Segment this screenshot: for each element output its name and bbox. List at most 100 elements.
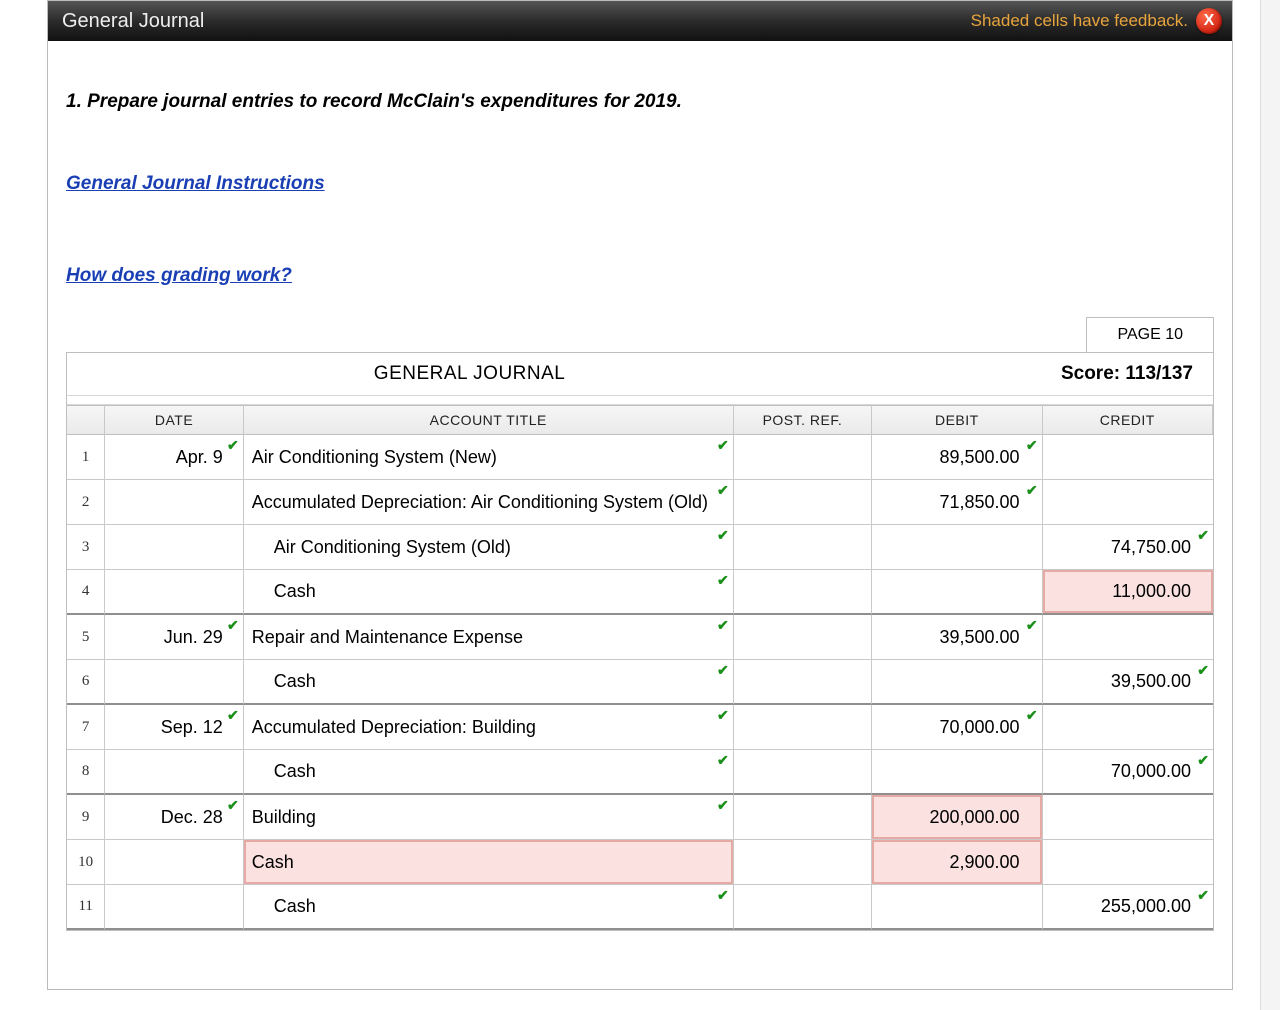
account-cell-input[interactable] [244,795,733,839]
date-cell-input[interactable] [105,480,242,524]
account-cell-input[interactable] [244,885,733,928]
date-cell-input[interactable] [105,525,242,569]
debit-cell[interactable] [872,525,1042,570]
postref-cell-input[interactable] [734,525,871,569]
debit-cell[interactable]: ✔ [872,615,1042,660]
credit-cell[interactable]: ✔ [1043,750,1213,795]
credit-cell-input[interactable] [1043,525,1213,569]
debit-cell-input[interactable] [872,885,1041,928]
account-cell-input[interactable] [244,660,733,703]
debit-cell-input[interactable] [872,570,1041,613]
postref-cell[interactable] [734,660,872,705]
date-cell[interactable] [105,525,243,570]
credit-cell[interactable] [1043,840,1213,885]
date-cell-input[interactable] [105,615,242,659]
postref-cell-input[interactable] [734,570,871,613]
date-cell[interactable] [105,480,243,525]
account-cell[interactable] [244,840,734,885]
date-cell[interactable]: ✔ [105,705,243,750]
date-cell-input[interactable] [105,705,242,749]
postref-cell-input[interactable] [734,615,871,659]
instructions-link[interactable]: General Journal Instructions [66,173,325,195]
credit-cell[interactable]: ✔ [1043,660,1213,705]
account-cell-input[interactable] [244,615,733,659]
account-cell[interactable]: ✔ [244,885,734,930]
account-cell[interactable]: ✔ [244,435,734,480]
date-cell-input[interactable] [105,885,242,928]
account-cell-input[interactable] [244,525,733,569]
debit-cell-input[interactable] [872,615,1041,659]
debit-cell-input[interactable] [872,660,1041,703]
credit-cell[interactable] [1043,570,1213,615]
date-cell[interactable] [105,660,243,705]
close-button[interactable]: X [1196,8,1222,34]
credit-cell-input[interactable] [1043,840,1213,884]
credit-cell-input[interactable] [1043,660,1213,703]
debit-cell[interactable]: ✔ [872,435,1042,480]
postref-cell-input[interactable] [734,480,871,524]
date-cell-input[interactable] [105,840,242,884]
date-cell[interactable]: ✔ [105,615,243,660]
postref-cell-input[interactable] [734,840,871,884]
account-cell-input[interactable] [244,435,733,479]
debit-cell-input[interactable] [872,750,1041,793]
account-cell[interactable]: ✔ [244,480,734,525]
account-cell[interactable]: ✔ [244,570,734,615]
vertical-scrollbar[interactable] [1260,0,1280,1010]
postref-cell-input[interactable] [734,795,871,839]
credit-cell-input[interactable] [1043,885,1213,928]
credit-cell[interactable] [1043,615,1213,660]
date-cell-input[interactable] [105,660,242,703]
credit-cell-input[interactable] [1043,705,1213,749]
credit-cell[interactable]: ✔ [1043,885,1213,930]
postref-cell[interactable] [734,615,872,660]
credit-cell[interactable] [1043,435,1213,480]
date-cell[interactable] [105,750,243,795]
date-cell-input[interactable] [105,570,242,613]
postref-cell-input[interactable] [734,705,871,749]
debit-cell[interactable] [872,660,1042,705]
postref-cell[interactable] [734,525,872,570]
date-cell[interactable]: ✔ [105,795,243,840]
account-cell[interactable]: ✔ [244,615,734,660]
postref-cell-input[interactable] [734,435,871,479]
account-cell[interactable]: ✔ [244,705,734,750]
postref-cell[interactable] [734,435,872,480]
account-cell-input[interactable] [244,840,733,884]
postref-cell-input[interactable] [734,750,871,793]
debit-cell-input[interactable] [872,435,1041,479]
credit-cell[interactable]: ✔ [1043,525,1213,570]
postref-cell-input[interactable] [734,885,871,928]
credit-cell-input[interactable] [1043,480,1213,524]
credit-cell-input[interactable] [1043,615,1213,659]
account-cell[interactable]: ✔ [244,660,734,705]
account-cell-input[interactable] [244,750,733,793]
debit-cell[interactable]: ✔ [872,480,1042,525]
credit-cell[interactable] [1043,705,1213,750]
debit-cell[interactable] [872,570,1042,615]
grading-link[interactable]: How does grading work? [66,265,292,287]
postref-cell[interactable] [734,480,872,525]
date-cell[interactable]: ✔ [105,435,243,480]
date-cell-input[interactable] [105,435,242,479]
account-cell[interactable]: ✔ [244,795,734,840]
date-cell-input[interactable] [105,795,242,839]
debit-cell-input[interactable] [872,840,1041,884]
postref-cell-input[interactable] [734,660,871,703]
debit-cell[interactable] [872,840,1042,885]
date-cell[interactable] [105,885,243,930]
account-cell-input[interactable] [244,705,733,749]
account-cell[interactable]: ✔ [244,525,734,570]
debit-cell[interactable] [872,885,1042,930]
debit-cell[interactable] [872,795,1042,840]
credit-cell-input[interactable] [1043,750,1213,793]
debit-cell-input[interactable] [872,480,1041,524]
debit-cell[interactable]: ✔ [872,705,1042,750]
account-cell-input[interactable] [244,480,733,524]
postref-cell[interactable] [734,705,872,750]
debit-cell-input[interactable] [872,705,1041,749]
debit-cell[interactable] [872,750,1042,795]
postref-cell[interactable] [734,570,872,615]
postref-cell[interactable] [734,885,872,930]
postref-cell[interactable] [734,840,872,885]
